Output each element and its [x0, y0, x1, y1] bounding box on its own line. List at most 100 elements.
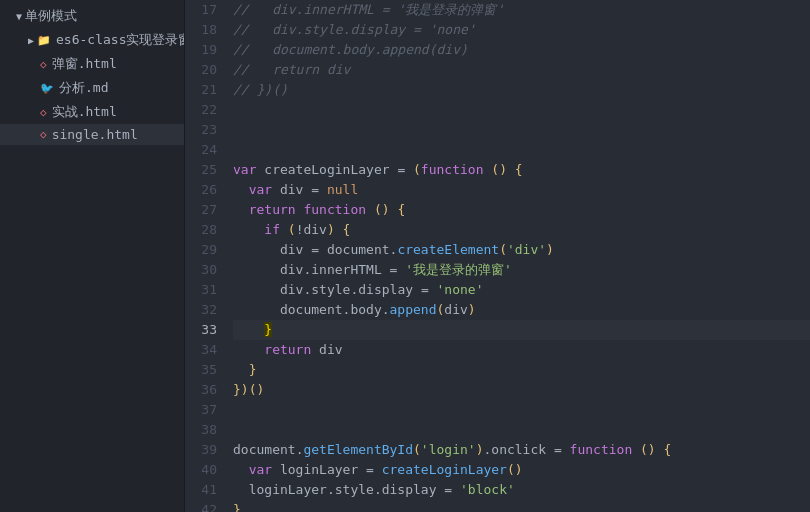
token-plain: display: [382, 482, 445, 497]
code-line: // div.style.display = 'none': [233, 20, 810, 40]
token-fn: createElement: [397, 242, 499, 257]
code-line: div.innerHTML = '我是登录的弹窗': [233, 260, 810, 280]
code-line: return div: [233, 340, 810, 360]
token-paren: (): [374, 202, 390, 217]
sidebar-item-label: single.html: [52, 127, 138, 142]
html-icon: ◇: [40, 106, 47, 119]
code-line: var div = null: [233, 180, 810, 200]
code-line: [233, 100, 810, 120]
line-number: 29: [193, 240, 217, 260]
token-plain: [366, 202, 374, 217]
token-punct: =: [311, 242, 327, 257]
token-plain: [280, 222, 288, 237]
token-plain: div: [444, 302, 467, 317]
line-number: 28: [193, 220, 217, 240]
code-line: // return div: [233, 60, 810, 80]
line-number: 33: [193, 320, 217, 340]
token-bracket: {: [515, 162, 523, 177]
sidebar-item-label: 弹窗.html: [52, 55, 117, 73]
code-line: div.style.display = 'none': [233, 280, 810, 300]
token-punct: =: [390, 262, 406, 277]
token-punct: =: [421, 282, 437, 297]
token-plain: div: [233, 282, 303, 297]
code-editor[interactable]: 1718192021222324252627282930313233343536…: [185, 0, 810, 512]
code-line: })(): [233, 380, 810, 400]
token-kw: return: [264, 342, 311, 357]
code-line: div = document.createElement('div'): [233, 240, 810, 260]
token-plain: [233, 222, 264, 237]
code-line: // })(): [233, 80, 810, 100]
token-plain: document: [233, 302, 343, 317]
token-paren: (: [288, 222, 296, 237]
token-comment: // document.body.append(div): [233, 42, 468, 57]
code-lines: // div.innerHTML = '我是登录的弹窗' // div.style…: [229, 0, 810, 512]
token-punct: =: [397, 162, 413, 177]
token-comment: // return div: [233, 62, 350, 77]
line-number: 42: [193, 500, 217, 512]
token-paren: (: [413, 442, 421, 457]
token-str: 'div': [507, 242, 546, 257]
line-number: 40: [193, 460, 217, 480]
token-paren: ): [327, 222, 335, 237]
sidebar-root[interactable]: ▼ 单例模式: [0, 4, 184, 28]
token-str: 'block': [460, 482, 515, 497]
line-number: 22: [193, 100, 217, 120]
token-plain: div: [233, 242, 311, 257]
line-number: 20: [193, 60, 217, 80]
code-line: [233, 140, 810, 160]
folder-icon: 📁: [37, 34, 51, 47]
token-plain: [233, 462, 249, 477]
sidebar-item-practice-html[interactable]: ◇ 实战.html: [0, 100, 184, 124]
code-line: // document.body.append(div): [233, 40, 810, 60]
line-number: 31: [193, 280, 217, 300]
code-line: }: [233, 320, 810, 340]
sidebar-item-es6-class[interactable]: ▶ 📁 es6-class实现登录窗: [0, 28, 184, 52]
token-comment: // div.innerHTML = '我是登录的弹窗': [233, 2, 504, 17]
chevron-right-icon: ▶: [28, 35, 34, 46]
token-plain: body: [350, 302, 381, 317]
token-bracket: }: [233, 502, 241, 512]
token-bracket: }: [233, 382, 241, 397]
token-plain: div: [233, 262, 303, 277]
line-number: 24: [193, 140, 217, 160]
line-numbers: 1718192021222324252627282930313233343536…: [185, 0, 229, 512]
code-line: [233, 120, 810, 140]
token-str: 'login': [421, 442, 476, 457]
code-area: 1718192021222324252627282930313233343536…: [185, 0, 810, 512]
token-plain: [233, 322, 264, 337]
code-line: if (!div) {: [233, 220, 810, 240]
token-comment: // div.style.display = 'none': [233, 22, 476, 37]
token-plain: [233, 182, 249, 197]
code-line: loginLayer.style.display = 'block': [233, 480, 810, 500]
sidebar-item-single-html[interactable]: ◇ single.html: [0, 124, 184, 145]
token-paren: (): [507, 462, 523, 477]
code-line: return function () {: [233, 200, 810, 220]
sidebar-item-analysis-md[interactable]: 🐦 分析.md: [0, 76, 184, 100]
token-kw: function: [303, 202, 366, 217]
token-fn: createLoginLayer: [382, 462, 507, 477]
token-paren: (): [491, 162, 507, 177]
token-plain: loginLayer: [233, 482, 327, 497]
md-icon: 🐦: [40, 82, 54, 95]
token-plain: div: [272, 182, 311, 197]
token-null-val: null: [327, 182, 358, 197]
line-number: 39: [193, 440, 217, 460]
token-paren: (): [640, 442, 656, 457]
html-icon: ◇: [40, 58, 47, 71]
line-number: 25: [193, 160, 217, 180]
token-fn: append: [390, 302, 437, 317]
code-line: document.getElementById('login').onclick…: [233, 440, 810, 460]
line-number: 41: [193, 480, 217, 500]
sidebar-item-modal-html[interactable]: ◇ 弹窗.html: [0, 52, 184, 76]
token-fn: getElementById: [303, 442, 413, 457]
token-plain: onclick: [491, 442, 554, 457]
line-number: 35: [193, 360, 217, 380]
token-paren: ): [546, 242, 554, 257]
token-bracket: {: [397, 202, 405, 217]
token-paren: )(): [241, 382, 264, 397]
line-number: 37: [193, 400, 217, 420]
html-icon: ◇: [40, 128, 47, 141]
line-number: 19: [193, 40, 217, 60]
token-bracket: }: [249, 362, 257, 377]
token-punct: =: [554, 442, 570, 457]
